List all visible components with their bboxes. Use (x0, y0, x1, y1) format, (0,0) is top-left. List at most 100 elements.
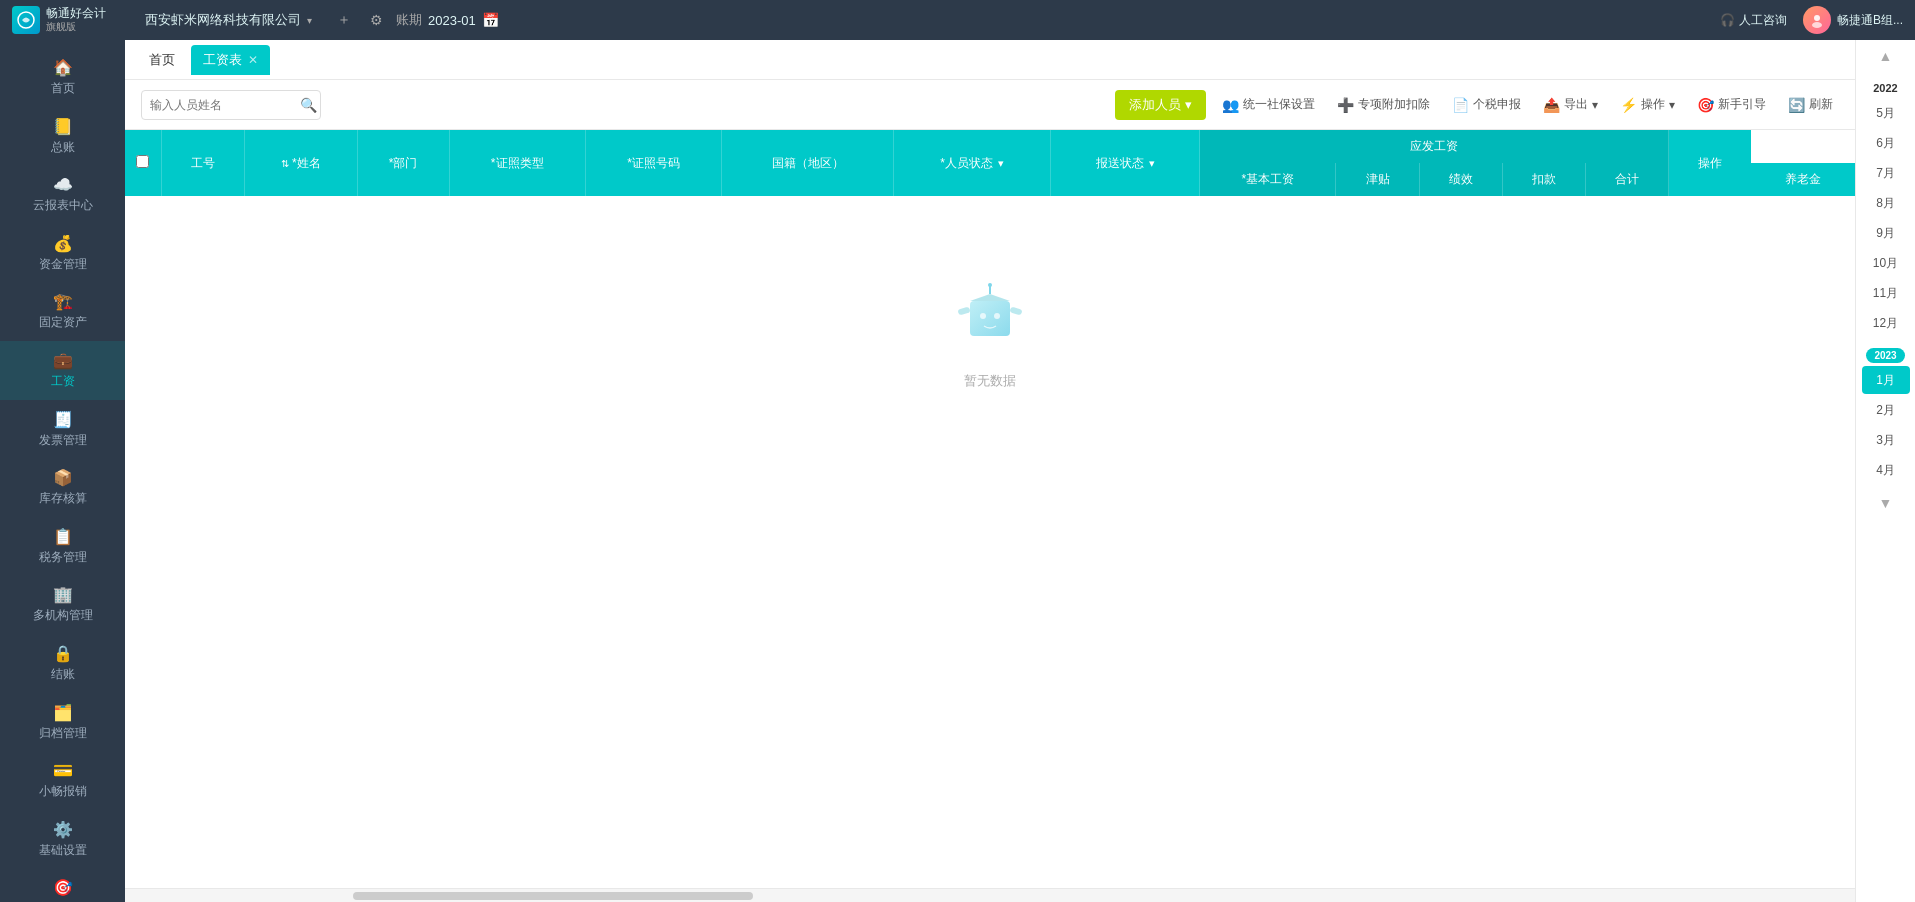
header-actions: ＋ ⚙ (332, 8, 388, 32)
invoice-icon: 🧾 (53, 410, 73, 429)
month-2022-11[interactable]: 11月 (1862, 279, 1910, 307)
sidebar-item-multi[interactable]: 🏢 多机构管理 (0, 575, 125, 634)
deduction-button[interactable]: ➕ 专项附加扣除 (1331, 92, 1436, 117)
export-chevron-icon: ▾ (1592, 98, 1598, 112)
svg-rect-3 (970, 301, 1010, 336)
svg-point-6 (994, 313, 1000, 319)
inventory-icon: 📦 (53, 468, 73, 487)
month-2022-7[interactable]: 7月 (1862, 159, 1910, 187)
month-2022-6[interactable]: 6月 (1862, 129, 1910, 157)
svg-point-1 (1814, 15, 1820, 21)
month-2023-1[interactable]: 1月 (1862, 366, 1910, 394)
chevron-down-icon: ▾ (307, 15, 312, 26)
month-2022-8[interactable]: 8月 (1862, 189, 1910, 217)
sidebar-item-tax[interactable]: 📋 税务管理 (0, 517, 125, 576)
svg-point-2 (1812, 22, 1822, 28)
search-box[interactable]: 🔍 (141, 90, 321, 120)
period-value[interactable]: 2023-01 (428, 13, 476, 28)
select-all-checkbox[interactable] (136, 155, 149, 168)
th-deduct: 扣款 (1502, 163, 1585, 196)
th-report-status: 报送状态 ▾ (1051, 130, 1200, 196)
month-2022-12[interactable]: 12月 (1862, 309, 1910, 337)
sidebar-item-salary[interactable]: 💼 工资 (0, 341, 125, 400)
logo-area: 畅通好会计 旗舰版 (12, 6, 137, 34)
bottom-scrollbar[interactable] (125, 888, 1855, 902)
tab-salary-label: 工资表 (203, 51, 242, 69)
month-2023-3[interactable]: 3月 (1862, 426, 1910, 454)
sidebar-item-closing[interactable]: 🔒 结账 (0, 634, 125, 693)
period-label: 账期 (396, 11, 422, 29)
tab-home[interactable]: 首页 (137, 45, 187, 75)
content-area: 首页 工资表 ✕ 🔍 添加人员 ▾ 👥 统一社保设置 (125, 40, 1855, 902)
sidebar-item-archive[interactable]: 🗂️ 归档管理 (0, 693, 125, 752)
tab-salary[interactable]: 工资表 ✕ (191, 45, 270, 75)
tab-close-button[interactable]: ✕ (248, 53, 258, 67)
sidebar-item-assets[interactable]: 🏗️ 固定资产 (0, 282, 125, 341)
month-2023-2[interactable]: 2月 (1862, 396, 1910, 424)
next-year-button[interactable]: ▼ (1874, 491, 1898, 515)
top-header: 畅通好会计 旗舰版 西安虾米网络科技有限公司 ▾ ＋ ⚙ 账期 2023-01 … (0, 0, 1915, 40)
settings-button[interactable]: ⚙ (364, 8, 388, 32)
scroll-thumb[interactable] (353, 892, 753, 900)
operation-button[interactable]: ⚡ 操作 ▾ (1614, 92, 1681, 117)
status-filter-icon[interactable]: ▾ (998, 157, 1004, 169)
month-2023-4[interactable]: 4月 (1862, 456, 1910, 484)
sidebar-item-cloud[interactable]: ☁️ 云报表中心 (0, 165, 125, 224)
operation-chevron-icon: ▾ (1669, 98, 1675, 112)
salary-table: 工号 ⇅ *姓名 *部门 *证照类型 *证照号码 国籍（地区） *人员状态 ▾ … (125, 130, 1855, 470)
sidebar-item-inventory[interactable]: 📦 库存核算 (0, 458, 125, 517)
sidebar-item-expense[interactable]: 💳 小畅报销 (0, 751, 125, 810)
add-person-label: 添加人员 (1129, 96, 1181, 114)
tax-icon: 📋 (53, 527, 73, 546)
social-settings-button[interactable]: 👥 统一社保设置 (1216, 92, 1321, 117)
month-2022-10[interactable]: 10月 (1862, 249, 1910, 277)
user-info[interactable]: 畅捷通B组... (1803, 6, 1903, 34)
sidebar-item-label: 结账 (51, 667, 75, 683)
cloud-icon: ☁️ (53, 175, 73, 194)
sidebar-item-ledger[interactable]: 📒 总账 (0, 107, 125, 166)
sidebar-item-guide[interactable]: 🎯 新手引导 (0, 868, 125, 902)
year-2022-label: 2022 (1873, 82, 1897, 94)
th-dept: *部门 (357, 130, 449, 196)
tax-report-button[interactable]: 📄 个税申报 (1446, 92, 1527, 117)
refresh-button[interactable]: 🔄 刷新 (1782, 92, 1839, 117)
sidebar-item-label: 归档管理 (39, 726, 87, 742)
report-filter-icon[interactable]: ▾ (1149, 157, 1155, 169)
sidebar-item-settings[interactable]: ⚙️ 基础设置 (0, 810, 125, 869)
month-2022-9[interactable]: 9月 (1862, 219, 1910, 247)
tab-bar: 首页 工资表 ✕ (125, 40, 1855, 80)
ledger-icon: 📒 (53, 117, 73, 136)
th-no: 工号 (161, 130, 244, 196)
table-container[interactable]: 工号 ⇅ *姓名 *部门 *证照类型 *证照号码 国籍（地区） *人员状态 ▾ … (125, 130, 1855, 888)
sidebar-item-label: 库存核算 (39, 491, 87, 507)
sidebar-item-home[interactable]: 🏠 首页 (0, 48, 125, 107)
add-person-button[interactable]: 添加人员 ▾ (1115, 90, 1206, 120)
sidebar-item-fund[interactable]: 💰 资金管理 (0, 224, 125, 283)
add-company-button[interactable]: ＋ (332, 8, 356, 32)
headset-icon: 🎧 (1720, 13, 1735, 27)
salary-icon: 💼 (53, 351, 73, 370)
guide-button[interactable]: 🎯 新手引导 (1691, 92, 1772, 117)
period-area: 账期 2023-01 📅 (396, 11, 499, 29)
logo-icon (12, 6, 40, 34)
month-2022-5[interactable]: 5月 (1862, 99, 1910, 127)
fund-icon: 💰 (53, 234, 73, 253)
sidebar-item-label: 总账 (51, 140, 75, 156)
service-button[interactable]: 🎧 人工咨询 (1720, 12, 1787, 29)
operation-icon: ⚡ (1620, 97, 1637, 113)
th-operation: 操作 (1669, 130, 1751, 196)
calendar-icon[interactable]: 📅 (482, 12, 499, 28)
settings-icon: ⚙️ (53, 820, 73, 839)
company-selector[interactable]: 西安虾米网络科技有限公司 ▾ (137, 7, 320, 33)
search-input[interactable] (150, 98, 300, 112)
sidebar-item-invoice[interactable]: 🧾 发票管理 (0, 400, 125, 459)
sidebar-item-label: 基础设置 (39, 843, 87, 859)
prev-year-button[interactable]: ▲ (1874, 44, 1898, 68)
th-checkbox[interactable] (125, 130, 161, 196)
tab-home-label: 首页 (149, 51, 175, 69)
th-nation: 国籍（地区） (722, 130, 894, 196)
empty-state: 暂无数据 (125, 196, 1855, 470)
refresh-icon: 🔄 (1788, 97, 1805, 113)
expense-icon: 💳 (53, 761, 73, 780)
export-button[interactable]: 📤 导出 ▾ (1537, 92, 1604, 117)
